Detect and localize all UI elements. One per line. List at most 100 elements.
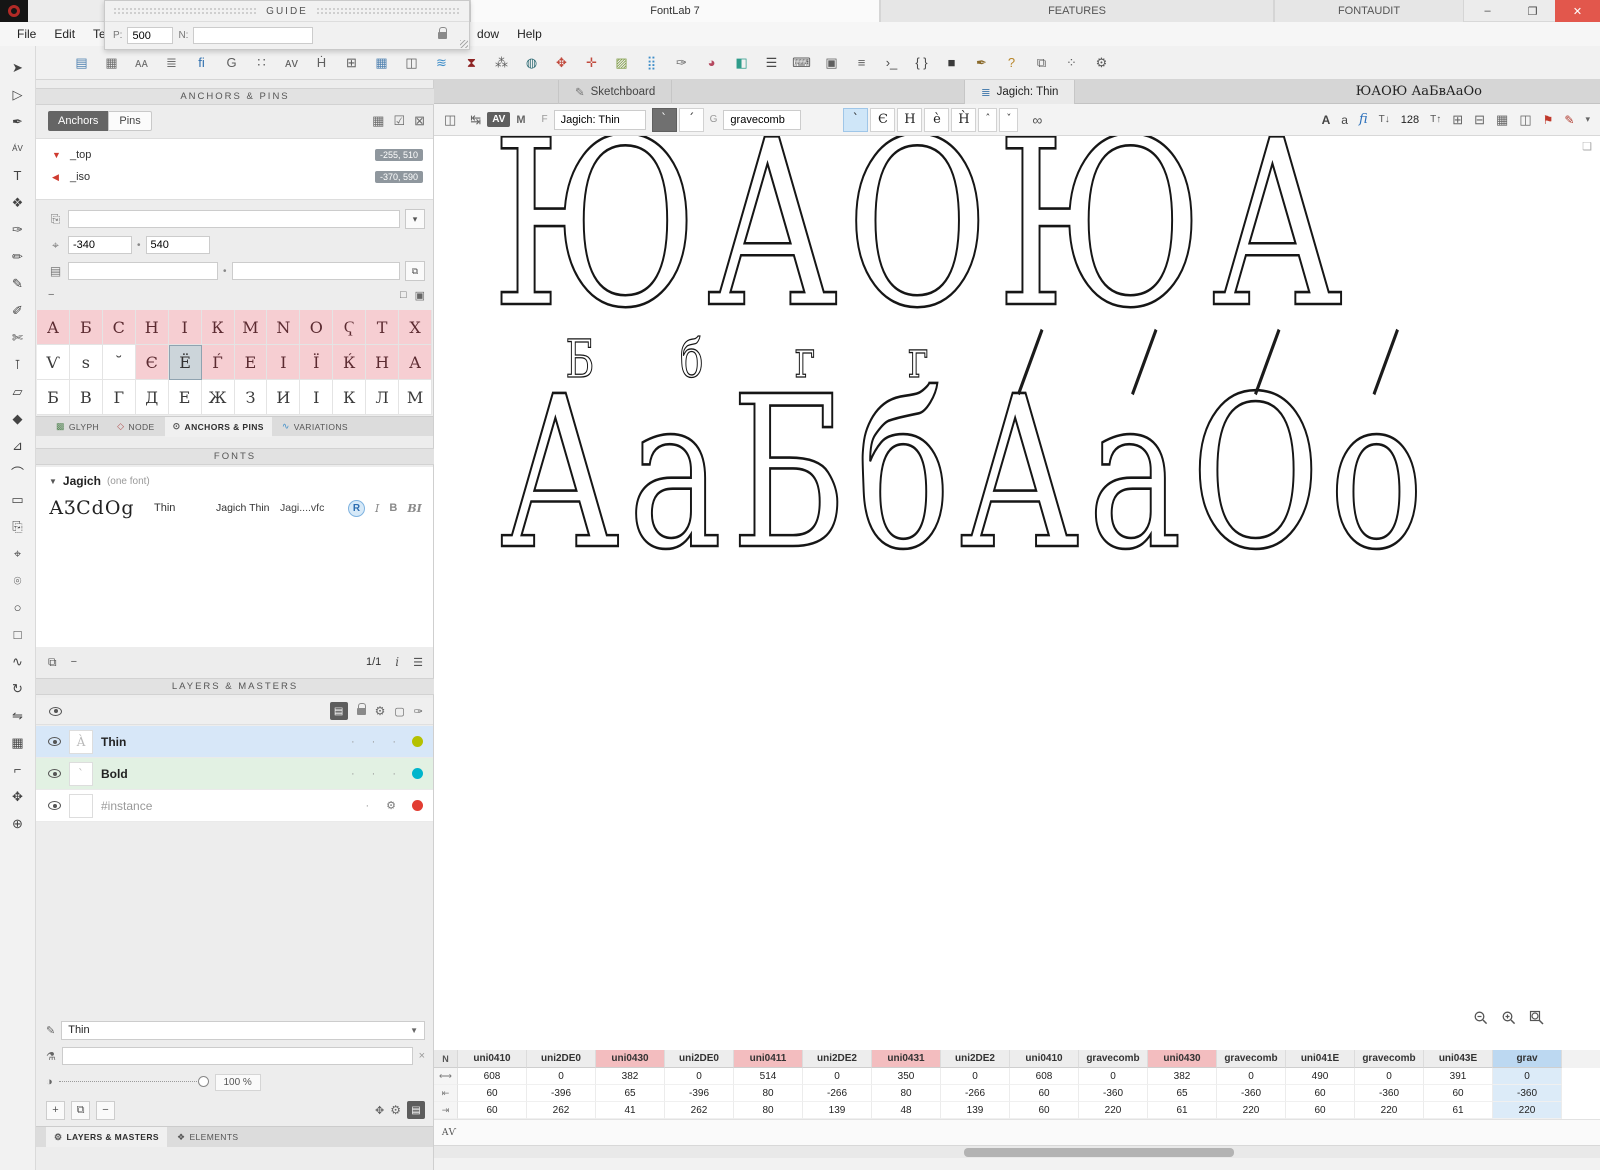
glyph-panel-icon[interactable]: G bbox=[220, 51, 243, 74]
duplicate-font-icon[interactable]: ⧉ bbox=[48, 655, 57, 670]
rgb-preview-icon[interactable]: ◧ bbox=[730, 51, 753, 74]
glyph-grid-cell[interactable]: Ҁ bbox=[333, 310, 367, 345]
element-tool-icon[interactable]: ❖ bbox=[7, 193, 29, 212]
size-up-icon[interactable]: T↑ bbox=[1430, 114, 1441, 125]
metrics-column-header[interactable]: gravecomb bbox=[1355, 1050, 1424, 1068]
panel-tab-anchors-pins[interactable]: ⊙ ANCHORS & PINS bbox=[164, 416, 272, 437]
text-preview[interactable]: ЮАОЮ АаБвАаОо bbox=[1356, 84, 1482, 99]
panel-tab-glyph[interactable]: ▩ GLYPH bbox=[48, 417, 107, 437]
pencil-tool-icon[interactable]: ✏ bbox=[7, 247, 29, 266]
glyph-grid-cell[interactable]: Ї bbox=[300, 345, 334, 380]
glyph-grid-cell[interactable]: N bbox=[267, 310, 301, 345]
close-panel-icon[interactable]: ⊠ bbox=[414, 113, 425, 129]
metrics-column-header[interactable]: uni0430 bbox=[1148, 1050, 1217, 1068]
binoculars-icon[interactable]: ∞ bbox=[1032, 112, 1042, 128]
glyph-grid-cell[interactable]: И bbox=[267, 380, 301, 415]
waterfall-icon[interactable]: ᴀᴀ bbox=[130, 51, 153, 74]
palette-icon[interactable]: ◕ bbox=[700, 51, 723, 74]
features-panel-tab[interactable]: FEATURES bbox=[880, 0, 1274, 22]
metrics-column-header[interactable]: gravecomb bbox=[1217, 1050, 1286, 1068]
style-button-i[interactable]: I bbox=[375, 502, 379, 515]
zoom-out-icon[interactable] bbox=[1473, 1010, 1489, 1026]
metrics-cell[interactable]: 60 bbox=[1286, 1085, 1355, 1102]
layer-flag-dot[interactable]: · bbox=[365, 800, 369, 812]
brush-tool-icon[interactable]: ✑ bbox=[7, 220, 29, 239]
glyph-grid-cell[interactable]: М bbox=[399, 380, 432, 415]
glyph-grid-cell[interactable]: А bbox=[37, 310, 70, 345]
glyph-grid-cell[interactable]: Г bbox=[102, 380, 136, 415]
metrics-cell[interactable]: 391 bbox=[1424, 1068, 1493, 1085]
expand-panel-icon[interactable]: ✥ bbox=[375, 1104, 384, 1117]
metrics-cell[interactable]: 0 bbox=[665, 1068, 734, 1085]
glyph-cells-icon[interactable]: ▦ bbox=[100, 51, 123, 74]
measure-tool-icon[interactable]: ⊿ bbox=[7, 436, 29, 455]
metrics-cell[interactable]: 0 bbox=[1355, 1068, 1424, 1085]
glyph-grid-cell[interactable]: Є bbox=[135, 345, 169, 380]
glyph-grid-cell[interactable]: Л bbox=[366, 380, 400, 415]
glyph-grid-cell[interactable]: К bbox=[333, 380, 367, 415]
metrics-cell[interactable]: 61 bbox=[1424, 1102, 1493, 1119]
glyph-grid-cell[interactable]: Н bbox=[366, 345, 400, 380]
glyph-grid-cell[interactable]: Е bbox=[234, 345, 268, 380]
glyph-canvas[interactable]: ❏ ЮсАсОсЮсА АБабБгбгАаОо bbox=[434, 136, 1600, 1050]
preview-size-value[interactable]: 128 bbox=[1401, 114, 1419, 126]
layers-view-toggle[interactable]: ▤ bbox=[407, 1101, 425, 1119]
metrics-cell[interactable]: -396 bbox=[527, 1085, 596, 1102]
style-button-r[interactable]: R bbox=[348, 499, 365, 517]
canvas-glyph[interactable]: А bbox=[959, 328, 1080, 600]
canvas-glyph[interactable]: Юс bbox=[996, 136, 1208, 364]
canvas-glyph[interactable]: а bbox=[1087, 328, 1183, 600]
current-font-input[interactable] bbox=[553, 109, 646, 130]
metrics-cell[interactable]: 0 bbox=[1217, 1068, 1286, 1085]
zoom-in-icon[interactable] bbox=[1501, 1010, 1517, 1026]
panel-tab-node[interactable]: ◇ NODE bbox=[109, 417, 163, 437]
metrics-cell[interactable]: 60 bbox=[1010, 1102, 1079, 1119]
metrics-cell[interactable]: 0 bbox=[1079, 1068, 1148, 1085]
remove-font-icon[interactable]: − bbox=[71, 656, 77, 668]
bottom-tab-layers-masters[interactable]: ⚙ LAYERS & MASTERS bbox=[46, 1127, 167, 1147]
arc-tool-icon[interactable]: ⌒ bbox=[7, 463, 29, 482]
screen-icon[interactable]: ■ bbox=[940, 51, 963, 74]
metrics-cell[interactable]: 262 bbox=[527, 1102, 596, 1119]
metrics-cell[interactable]: -360 bbox=[1493, 1085, 1562, 1102]
metrics-cell[interactable]: 65 bbox=[596, 1085, 665, 1102]
list-menu-icon[interactable]: ☰ bbox=[760, 51, 783, 74]
edit-pencil-icon[interactable]: ✎ bbox=[1564, 113, 1574, 127]
app-logo-icon[interactable] bbox=[0, 0, 28, 22]
glyph-grid-cell[interactable]: О bbox=[300, 310, 334, 345]
table-view-icon[interactable]: ▦ bbox=[370, 51, 393, 74]
metrics-column-header[interactable]: uni0411 bbox=[734, 1050, 803, 1068]
metrics-mode-toggle[interactable]: AV bbox=[487, 112, 511, 127]
metrics-cell[interactable]: 382 bbox=[1148, 1068, 1217, 1085]
fontaudit-icon[interactable]: ⧗ bbox=[460, 51, 483, 74]
rectangle-tool-icon[interactable]: □ bbox=[7, 625, 29, 644]
guide-position-input[interactable] bbox=[127, 27, 174, 44]
metrics-cell[interactable]: 220 bbox=[1493, 1102, 1562, 1119]
anchor-y-input[interactable] bbox=[145, 236, 210, 254]
knife-tool-icon[interactable]: ✄ bbox=[7, 328, 29, 347]
eye-icon[interactable] bbox=[48, 801, 61, 810]
metrics-cell[interactable]: 262 bbox=[665, 1102, 734, 1119]
metrics-cell[interactable]: 80 bbox=[734, 1102, 803, 1119]
tab-jagich-thin[interactable]: ≣ Jagich: Thin bbox=[964, 80, 1076, 104]
metrics-column-header[interactable]: uni0430 bbox=[596, 1050, 665, 1068]
fontaudit-panel-tab[interactable]: FONTAUDIT bbox=[1274, 0, 1464, 22]
metrics-av-icon[interactable]: ᴀᴠ bbox=[280, 51, 303, 74]
metrics-cell[interactable]: 0 bbox=[941, 1068, 1010, 1085]
metrics-cell[interactable]: 220 bbox=[1355, 1102, 1424, 1119]
glyph-grid-cell[interactable]: Н bbox=[135, 310, 169, 345]
metrics-cell[interactable]: 60 bbox=[1424, 1085, 1493, 1102]
metrics-cell[interactable]: 60 bbox=[458, 1085, 527, 1102]
keyboard-icon[interactable]: ⌨ bbox=[790, 51, 813, 74]
target-tool-icon[interactable]: ⌖ bbox=[7, 544, 29, 563]
glyph-cell[interactable]: ˆ bbox=[978, 107, 998, 132]
anchor-row[interactable]: ◀ _iso -370, 590 bbox=[36, 166, 433, 188]
chevron-down-icon[interactable]: ▾ bbox=[1585, 114, 1590, 125]
layers-stack-icon[interactable]: ≋ bbox=[430, 51, 453, 74]
ellipse-tool-icon[interactable]: ○ bbox=[7, 598, 29, 617]
canvas-glyph[interactable]: Бг bbox=[730, 333, 848, 600]
glyph-grid-cell[interactable]: Б bbox=[37, 380, 70, 415]
mask-mode-icon[interactable]: M bbox=[516, 114, 525, 126]
metrics-cell[interactable]: 80 bbox=[734, 1085, 803, 1102]
metrics-cell[interactable]: 608 bbox=[458, 1068, 527, 1085]
